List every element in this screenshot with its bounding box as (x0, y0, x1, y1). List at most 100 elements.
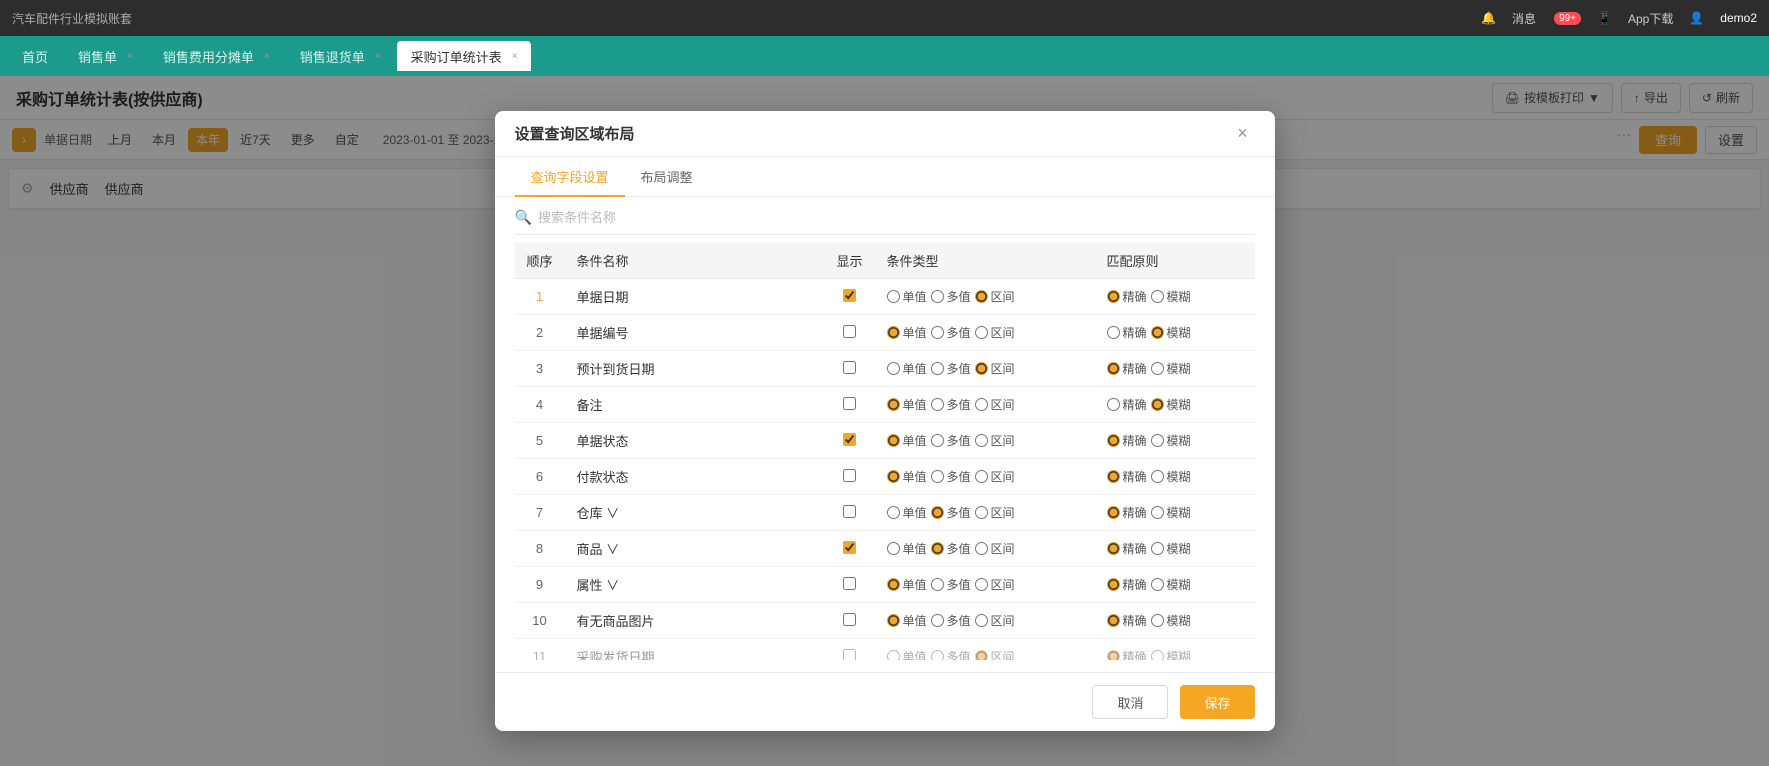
row-display-checkbox[interactable] (843, 505, 856, 518)
type-radio-single[interactable] (887, 614, 900, 627)
match-option-exact[interactable]: 精确 (1107, 396, 1147, 413)
match-radio-fuzzy[interactable] (1151, 362, 1164, 375)
match-option-fuzzy[interactable]: 模糊 (1151, 576, 1191, 593)
type-radio-multi[interactable] (931, 650, 944, 660)
match-radio-exact[interactable] (1107, 614, 1120, 627)
type-option-range[interactable]: 区间 (975, 468, 1015, 485)
type-radio-range[interactable] (975, 614, 988, 627)
type-radio-range[interactable] (975, 326, 988, 339)
type-radio-single[interactable] (887, 398, 900, 411)
type-radio-single[interactable] (887, 506, 900, 519)
cancel-button[interactable]: 取消 (1092, 685, 1168, 719)
type-radio-multi[interactable] (931, 470, 944, 483)
tab-layout-adjust[interactable]: 布局调整 (625, 157, 709, 197)
tab-sales-expense[interactable]: 销售费用分摊单 × (149, 41, 284, 71)
type-radio-single[interactable] (887, 362, 900, 375)
type-option-single[interactable]: 单值 (887, 288, 927, 305)
avatar[interactable]: 👤 (1689, 11, 1704, 25)
type-option-multi[interactable]: 多值 (931, 612, 971, 629)
type-radio-range[interactable] (975, 434, 988, 447)
type-option-range[interactable]: 区间 (975, 612, 1015, 629)
match-option-exact[interactable]: 精确 (1107, 540, 1147, 557)
dialog-close-button[interactable]: × (1231, 122, 1255, 146)
type-radio-single[interactable] (887, 650, 900, 660)
notification-label[interactable]: 消息 (1512, 10, 1536, 27)
type-radio-multi[interactable] (931, 506, 944, 519)
match-radio-fuzzy[interactable] (1151, 290, 1164, 303)
type-radio-range[interactable] (975, 650, 988, 660)
tab-purchase-stat[interactable]: 采购订单统计表 × (397, 41, 532, 71)
type-option-multi[interactable]: 多值 (931, 504, 971, 521)
match-radio-exact[interactable] (1107, 290, 1120, 303)
match-radio-exact[interactable] (1107, 506, 1120, 519)
match-option-exact[interactable]: 精确 (1107, 324, 1147, 341)
type-option-range[interactable]: 区间 (975, 504, 1015, 521)
match-option-fuzzy[interactable]: 模糊 (1151, 432, 1191, 449)
type-option-range[interactable]: 区间 (975, 324, 1015, 341)
type-option-range[interactable]: 区间 (975, 540, 1015, 557)
tab-home[interactable]: 首页 (8, 41, 62, 71)
tab-query-fields[interactable]: 查询字段设置 (515, 157, 625, 197)
type-option-multi[interactable]: 多值 (931, 360, 971, 377)
row-display-checkbox[interactable] (843, 469, 856, 482)
type-option-multi[interactable]: 多值 (931, 540, 971, 557)
type-option-single[interactable]: 单值 (887, 396, 927, 413)
type-option-range[interactable]: 区间 (975, 288, 1015, 305)
match-option-fuzzy[interactable]: 模糊 (1151, 360, 1191, 377)
type-radio-single[interactable] (887, 434, 900, 447)
type-option-single[interactable]: 单值 (887, 360, 927, 377)
type-radio-range[interactable] (975, 470, 988, 483)
type-option-single[interactable]: 单值 (887, 540, 927, 557)
match-radio-fuzzy[interactable] (1151, 398, 1164, 411)
type-radio-multi[interactable] (931, 398, 944, 411)
type-option-multi[interactable]: 多值 (931, 396, 971, 413)
match-option-exact[interactable]: 精确 (1107, 612, 1147, 629)
type-radio-single[interactable] (887, 542, 900, 555)
type-radio-multi[interactable] (931, 326, 944, 339)
match-option-fuzzy[interactable]: 模糊 (1151, 468, 1191, 485)
close-sales-order-tab[interactable]: × (127, 51, 133, 62)
type-option-single[interactable]: 单值 (887, 432, 927, 449)
match-option-fuzzy[interactable]: 模糊 (1151, 648, 1191, 660)
row-display-checkbox[interactable] (843, 289, 856, 302)
tab-sales-return[interactable]: 销售退货单 × (286, 41, 395, 71)
row-display-checkbox[interactable] (843, 325, 856, 338)
row-display-checkbox[interactable] (843, 397, 856, 410)
type-radio-single[interactable] (887, 578, 900, 591)
type-radio-range[interactable] (975, 362, 988, 375)
row-display-checkbox[interactable] (843, 541, 856, 554)
type-radio-multi[interactable] (931, 542, 944, 555)
type-radio-range[interactable] (975, 290, 988, 303)
match-radio-fuzzy[interactable] (1151, 506, 1164, 519)
type-radio-multi[interactable] (931, 614, 944, 627)
type-option-single[interactable]: 单值 (887, 468, 927, 485)
type-option-single[interactable]: 单值 (887, 324, 927, 341)
search-input[interactable] (538, 210, 1255, 225)
type-radio-multi[interactable] (931, 362, 944, 375)
match-radio-exact[interactable] (1107, 470, 1120, 483)
close-sales-expense-tab[interactable]: × (264, 51, 270, 62)
match-radio-exact[interactable] (1107, 578, 1120, 591)
match-option-exact[interactable]: 精确 (1107, 288, 1147, 305)
type-radio-range[interactable] (975, 506, 988, 519)
match-option-fuzzy[interactable]: 模糊 (1151, 396, 1191, 413)
save-button[interactable]: 保存 (1180, 685, 1254, 719)
type-option-single[interactable]: 单值 (887, 576, 927, 593)
type-radio-multi[interactable] (931, 578, 944, 591)
match-option-fuzzy[interactable]: 模糊 (1151, 324, 1191, 341)
match-option-exact[interactable]: 精确 (1107, 432, 1147, 449)
type-option-single[interactable]: 单值 (887, 648, 927, 660)
match-radio-fuzzy[interactable] (1151, 470, 1164, 483)
type-option-single[interactable]: 单值 (887, 504, 927, 521)
match-option-fuzzy[interactable]: 模糊 (1151, 540, 1191, 557)
type-radio-single[interactable] (887, 470, 900, 483)
app-download-label[interactable]: App下载 (1628, 10, 1673, 27)
match-radio-fuzzy[interactable] (1151, 578, 1164, 591)
type-option-range[interactable]: 区间 (975, 432, 1015, 449)
match-radio-fuzzy[interactable] (1151, 434, 1164, 447)
close-sales-return-tab[interactable]: × (375, 51, 381, 62)
match-radio-exact[interactable] (1107, 362, 1120, 375)
app-download-icon[interactable]: 📱 (1597, 11, 1612, 25)
match-option-fuzzy[interactable]: 模糊 (1151, 504, 1191, 521)
match-option-fuzzy[interactable]: 模糊 (1151, 612, 1191, 629)
